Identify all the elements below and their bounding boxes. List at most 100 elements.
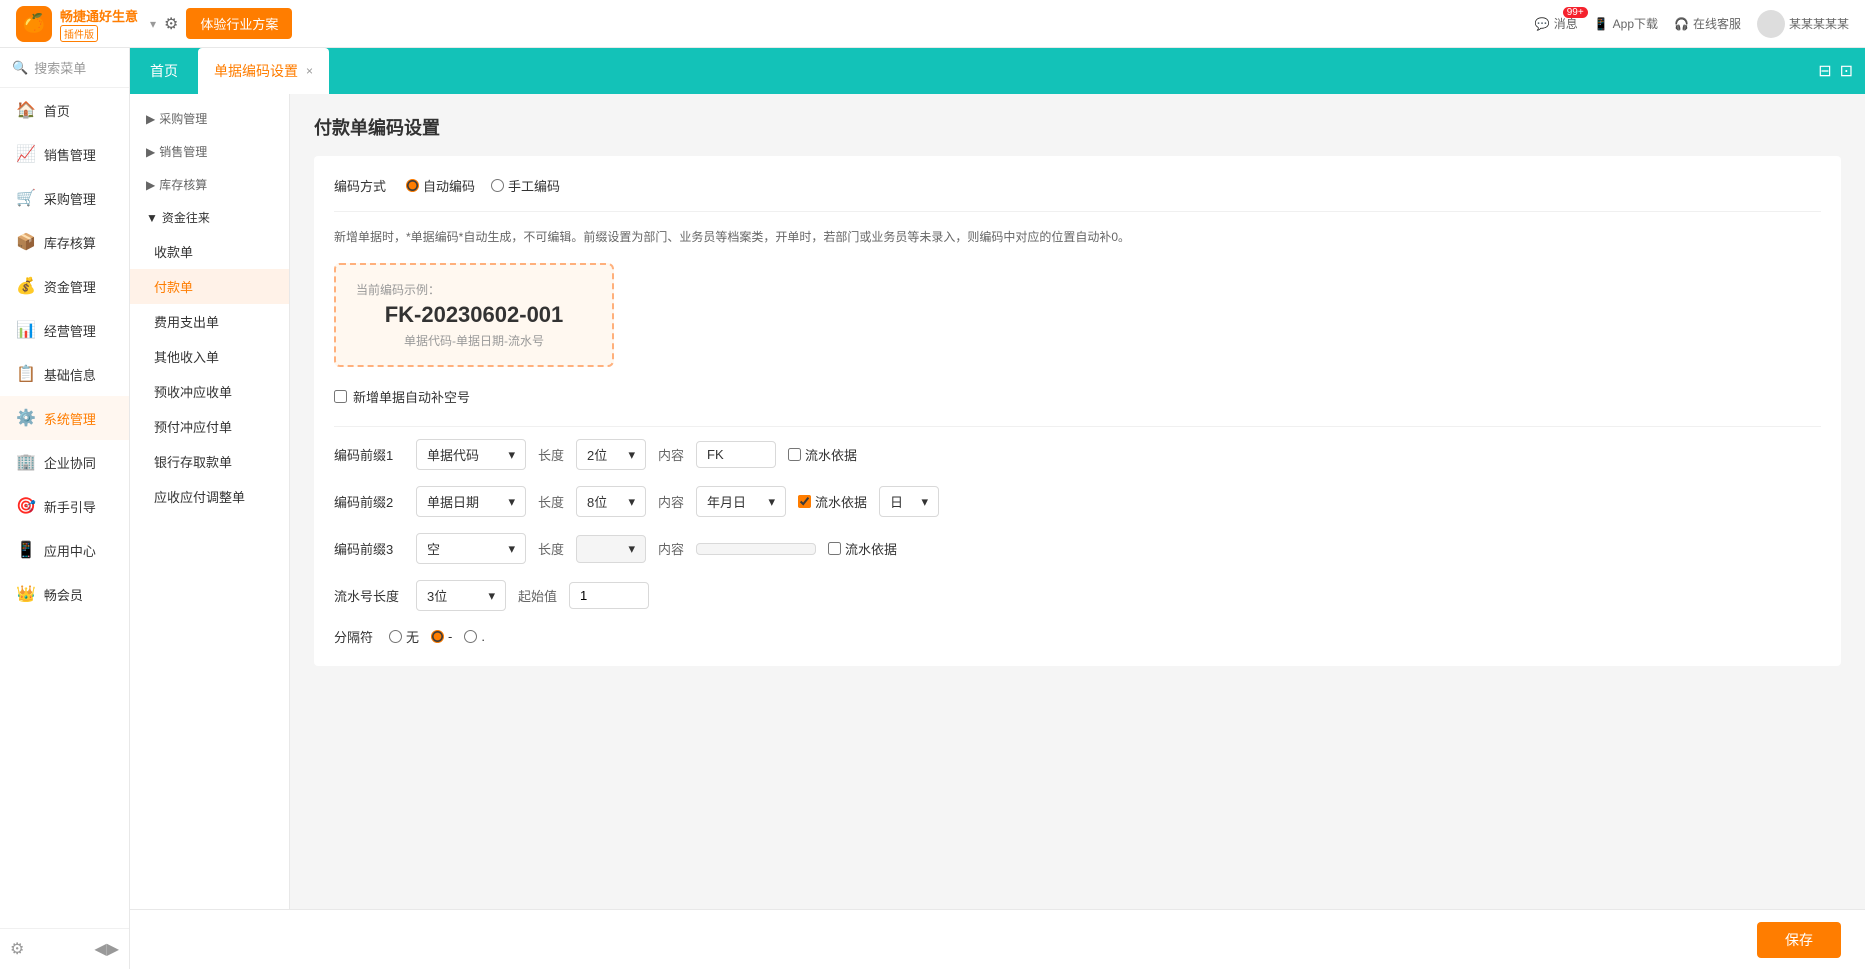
auto-fill-checkbox[interactable]: [334, 390, 347, 403]
sidebar-search[interactable]: 🔍 搜索菜单: [0, 48, 129, 88]
sidebar-item-enterprise[interactable]: 🏢 企业协同: [0, 440, 129, 484]
prefix2-length-select[interactable]: 8位 ▾: [576, 486, 646, 517]
prefix2-water-checkbox[interactable]: [798, 495, 811, 508]
sep-dash-radio[interactable]: [431, 630, 444, 643]
maximize-icon[interactable]: ⊡: [1840, 61, 1853, 81]
topbar-controls: ▾ ⚙ 体验行业方案: [150, 8, 292, 39]
sidebar-item-basic[interactable]: 📋 基础信息: [0, 352, 129, 396]
prefix1-length-select[interactable]: 2位 ▾: [576, 439, 646, 470]
tab-home[interactable]: 首页: [130, 48, 198, 94]
chevron-right-icon2: ▶: [146, 145, 155, 159]
sidebar-item-purchase[interactable]: 🛒 采购管理: [0, 176, 129, 220]
collapse-icon[interactable]: ◀▶: [94, 939, 119, 959]
leaf-ar-ap-adj[interactable]: 应收应付调整单: [130, 479, 289, 514]
sidebar-item-apps[interactable]: 📱 应用中心: [0, 528, 129, 572]
sidebar-item-newbie[interactable]: 🎯 新手引导: [0, 484, 129, 528]
tab-close-icon[interactable]: ×: [306, 64, 313, 78]
tab-active[interactable]: 单据编码设置 ×: [198, 48, 329, 94]
prefix3-select[interactable]: 空 ▾: [416, 533, 526, 564]
workspace-dropdown[interactable]: ▾: [150, 17, 156, 31]
leaf-prepay-recv[interactable]: 预收冲应收单: [130, 374, 289, 409]
prefix3-length-dropdown-icon: ▾: [628, 541, 635, 557]
auto-code-radio[interactable]: [406, 179, 419, 192]
message-button[interactable]: 💬 消息 99+: [1535, 15, 1578, 32]
leaf-expense[interactable]: 费用支出单: [130, 304, 289, 339]
app-download-icon: 📱: [1594, 17, 1609, 31]
start-value-input[interactable]: [569, 582, 649, 609]
prefix3-row: 编码前缀3 空 ▾ 长度 ▾ 内容: [334, 533, 1821, 564]
group-funds: ▼ 资金往来 收款单 付款单 费用支出单 其他收入单 预收冲应收单 预付冲应付单…: [130, 201, 289, 514]
leaf-payment[interactable]: 付款单: [130, 269, 289, 304]
auto-code-option[interactable]: 自动编码: [406, 176, 475, 195]
serial-length-select[interactable]: 3位 ▾: [416, 580, 506, 611]
app-download-button[interactable]: 📱 App下载: [1594, 15, 1658, 32]
sidebar-item-sales[interactable]: 📈 销售管理: [0, 132, 129, 176]
sidebar-item-finance[interactable]: 💰 资金管理: [0, 264, 129, 308]
group-purchase-title[interactable]: ▶ 采购管理: [130, 102, 289, 135]
headset-icon: 🎧: [1674, 17, 1689, 31]
group-sales-title[interactable]: ▶ 销售管理: [130, 135, 289, 168]
leaf-bank-deposit[interactable]: 银行存取款单: [130, 444, 289, 479]
minimize-icon[interactable]: ⊟: [1818, 61, 1831, 81]
page-title: 付款单编码设置: [314, 114, 1841, 140]
content-label-1: 内容: [658, 445, 684, 464]
separator-row: 分隔符 无 - .: [334, 627, 1821, 646]
sep-none-option[interactable]: 无: [389, 627, 419, 646]
sidebar-item-system[interactable]: ⚙️ 系统管理: [0, 396, 129, 440]
prefix2-row: 编码前缀2 单据日期 ▾ 长度 8位 ▾ 内容 年月日: [334, 486, 1821, 517]
manual-code-radio[interactable]: [491, 179, 504, 192]
info-text: 新增单据时，*单据编码*自动生成，不可编辑。前缀设置为部门、业务员等档案类，开单…: [334, 228, 1821, 247]
message-badge: 99+: [1563, 7, 1588, 18]
message-icon: 💬: [1535, 17, 1550, 31]
prefix2-select[interactable]: 单据日期 ▾: [416, 486, 526, 517]
prefix1-length-dropdown-icon: ▾: [628, 447, 635, 463]
sep-dot-radio[interactable]: [464, 630, 477, 643]
search-icon: 🔍: [12, 60, 28, 76]
sidebar-item-operations[interactable]: 📊 经营管理: [0, 308, 129, 352]
auto-fill-label: 新增单据自动补空号: [353, 387, 470, 406]
settings-gear-icon[interactable]: ⚙: [164, 14, 178, 34]
sep-dot-option[interactable]: .: [464, 629, 485, 644]
sidebar-item-home[interactable]: 🏠 首页: [0, 88, 129, 132]
prefix3-water-label[interactable]: 流水依据: [828, 539, 897, 558]
prefix2-water-label[interactable]: 流水依据: [798, 492, 867, 511]
prefix2-water-unit-dropdown-icon: ▾: [922, 494, 929, 510]
auto-fill-row: 新增单据自动补空号: [334, 387, 1821, 406]
online-service-button[interactable]: 🎧 在线客服: [1674, 15, 1741, 32]
system-icon: ⚙️: [16, 408, 36, 428]
sep-none-radio[interactable]: [389, 630, 402, 643]
prefix2-water-unit-select[interactable]: 日 ▾: [879, 486, 939, 517]
chevron-right-icon3: ▶: [146, 178, 155, 192]
enterprise-icon: 🏢: [16, 452, 36, 472]
trial-button[interactable]: 体验行业方案: [186, 8, 292, 39]
leaf-receipt[interactable]: 收款单: [130, 234, 289, 269]
sep-dash-option[interactable]: -: [431, 629, 452, 644]
save-button[interactable]: 保存: [1757, 922, 1841, 958]
user-name: 某某某某某: [1789, 15, 1849, 32]
coding-method-radio-group: 自动编码 手工编码: [406, 176, 560, 195]
sidebar-item-inventory[interactable]: 📦 库存核算: [0, 220, 129, 264]
prefix1-select[interactable]: 单据代码 ▾: [416, 439, 526, 470]
prefix3-length-select[interactable]: ▾: [576, 535, 646, 563]
sidebar-item-member[interactable]: 👑 畅会员: [0, 572, 129, 616]
tabbar: 首页 单据编码设置 × ⊟ ⊡: [130, 48, 1865, 94]
leaf-prepay-pay[interactable]: 预付冲应付单: [130, 409, 289, 444]
length-label-1: 长度: [538, 445, 564, 464]
manual-code-option[interactable]: 手工编码: [491, 176, 560, 195]
settings-icon[interactable]: ⚙: [10, 939, 24, 959]
group-funds-title[interactable]: ▼ 资金往来: [130, 201, 289, 234]
prefix2-content-select[interactable]: 年月日 ▾: [696, 486, 786, 517]
group-purchase: ▶ 采购管理: [130, 102, 289, 135]
leaf-other-income[interactable]: 其他收入单: [130, 339, 289, 374]
user-profile[interactable]: 某某某某某: [1757, 10, 1849, 38]
group-inventory-title[interactable]: ▶ 库存核算: [130, 168, 289, 201]
group-sales: ▶ 销售管理: [130, 135, 289, 168]
inventory-icon: 📦: [16, 232, 36, 252]
bottom-bar: 保存: [130, 909, 1865, 969]
purchase-icon: 🛒: [16, 188, 36, 208]
body-row: ▶ 采购管理 ▶ 销售管理 ▶ 库存核算: [130, 94, 1865, 909]
prefix3-content: [696, 543, 816, 555]
prefix3-water-checkbox[interactable]: [828, 542, 841, 555]
prefix1-water-label[interactable]: 流水依据: [788, 445, 857, 464]
prefix1-water-checkbox[interactable]: [788, 448, 801, 461]
